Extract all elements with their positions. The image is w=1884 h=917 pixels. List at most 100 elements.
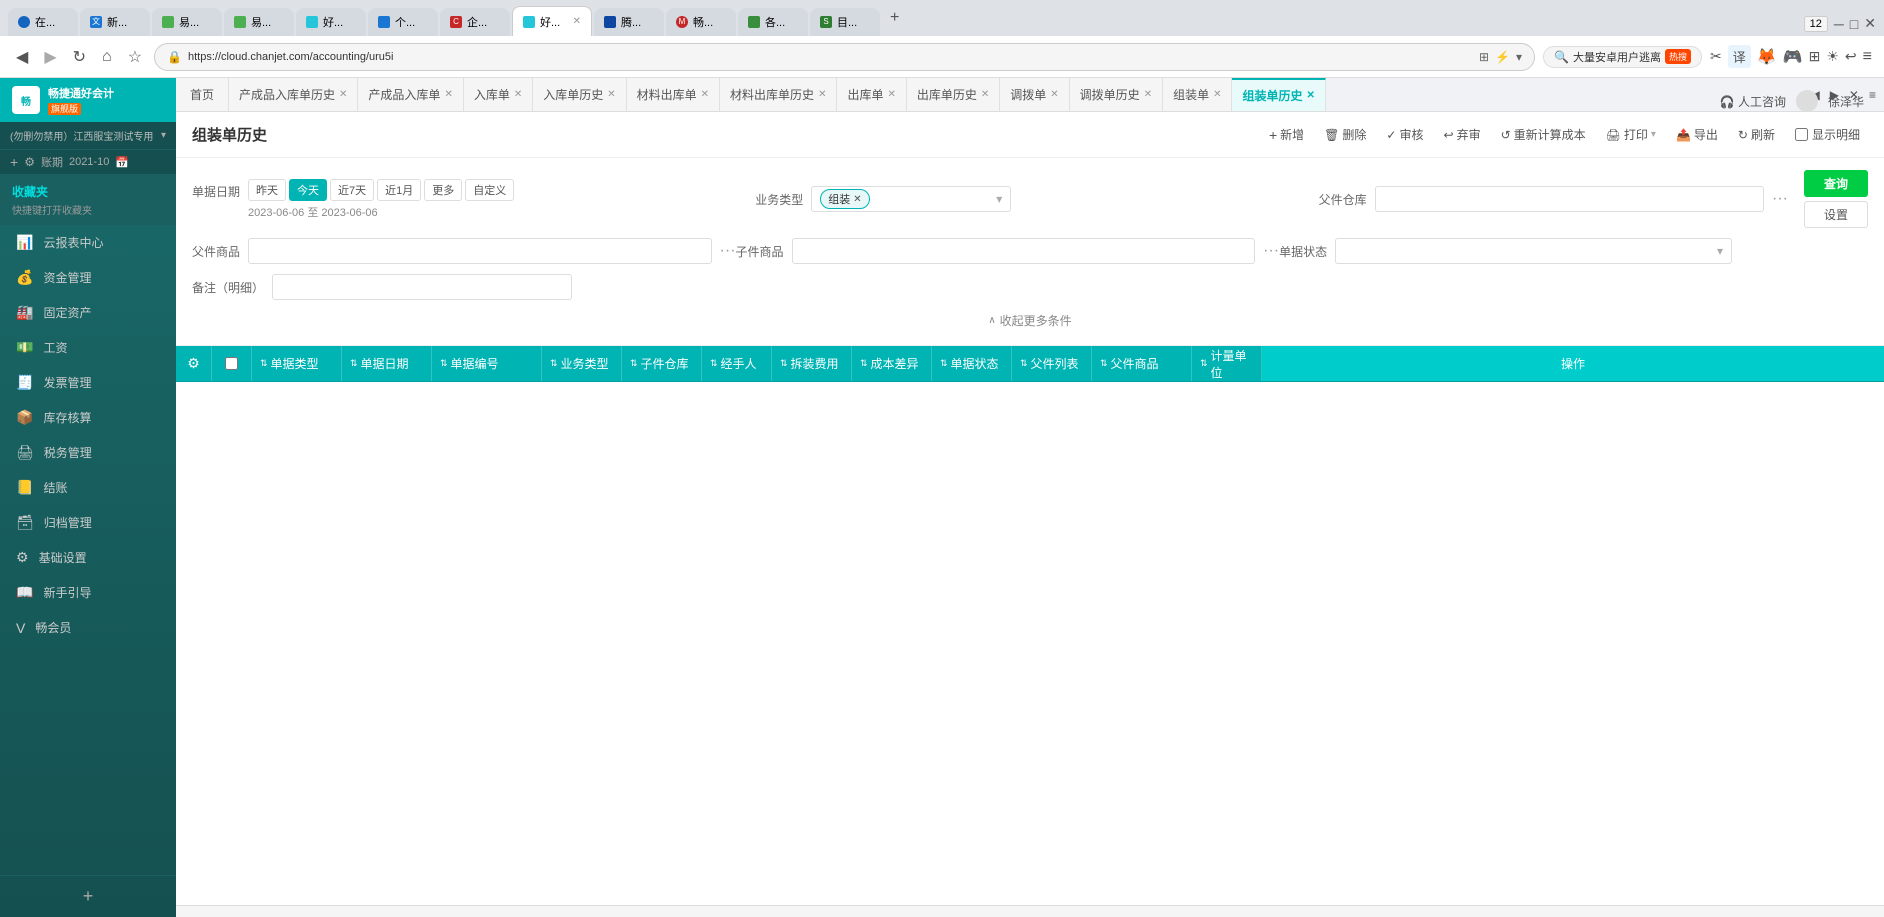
nav-tab-11[interactable]: 组装单 ✕ [1163,78,1232,111]
nav-tab-9[interactable]: 调拨单 ✕ [1000,78,1069,111]
address-bar[interactable]: 🔒 https://cloud.chanjet.com/accounting/u… [154,43,1535,71]
select-all-checkbox[interactable] [225,357,238,370]
nav-tab-2[interactable]: 产成品入库单 ✕ [358,78,463,111]
forward-btn[interactable]: ▶ [40,43,60,71]
notes-input[interactable] [272,274,572,300]
th-disassembly-cost[interactable]: ⇅ 拆装费用 [772,346,852,381]
nav-tab-6-close[interactable]: ✕ [818,89,826,100]
dropdown-icon[interactable]: ▾ [1516,50,1522,64]
company-dropdown-icon[interactable]: ▾ [161,130,166,141]
scissors-icon[interactable]: ✂ [1710,48,1722,65]
sidebar-item-fixed-assets[interactable]: 🏭 固定资产 [0,295,176,330]
menu-icon[interactable]: ≡ [1863,48,1872,66]
nav-tab-6[interactable]: 材料出库单历史 ✕ [720,78,837,111]
calendar-icon[interactable]: 📅 [115,156,129,169]
th-parent-goods[interactable]: ⇅ 父件商品 [1092,346,1192,381]
print-dropdown-icon[interactable]: ▾ [1651,129,1656,140]
nav-tab-5[interactable]: 材料出库单 ✕ [627,78,720,111]
emoji-icon[interactable]: 🦊 [1757,47,1777,67]
print-btn[interactable]: 🖨 打印 ▾ [1598,122,1664,147]
nav-tab-7[interactable]: 出库单 ✕ [837,78,906,111]
translate-icon[interactable]: 译 [1728,45,1751,68]
back-btn[interactable]: ◀ [12,43,32,71]
custom-date-btn[interactable]: 自定义 [465,179,514,201]
bookmark-btn[interactable]: ☆ [124,43,146,71]
nav-tab-12-active[interactable]: 组装单历史 ✕ [1232,78,1325,111]
tab-8-close[interactable]: ✕ [573,16,581,27]
delete-btn[interactable]: 🗑 删除 [1316,122,1374,147]
extension-icon[interactable]: ⚡ [1495,50,1510,64]
yesterday-btn[interactable]: 昨天 [248,179,286,201]
period-selector[interactable]: + ⚙ 账期 2021-10 📅 [0,150,176,175]
th-cost-diff[interactable]: ⇅ 成本差异 [852,346,932,381]
child-goods-dots[interactable]: ··· [1263,242,1279,260]
sidebar-item-tax[interactable]: 🖨 税务管理 [0,435,176,470]
business-type-tag[interactable]: 组装 ✕ [820,189,869,209]
nav-tab-11-close[interactable]: ✕ [1213,89,1221,100]
customer-service-link[interactable]: 🎧 人工咨询 [1720,93,1786,110]
sidebar-item-fund[interactable]: 💰 资金管理 [0,260,176,295]
th-child-warehouse[interactable]: ⇅ 子件仓库 [622,346,702,381]
minimize-btn[interactable]: ─ [1834,16,1844,32]
export-btn[interactable]: 📤 导出 [1668,122,1726,147]
nav-tab-12-close[interactable]: ✕ [1307,90,1315,101]
nav-tab-4-close[interactable]: ✕ [607,89,615,100]
th-handler[interactable]: ⇅ 经手人 [702,346,772,381]
browser-tab-8-active[interactable]: 好... ✕ [512,6,592,36]
th-gear[interactable]: ⚙ [176,346,212,381]
reload-btn[interactable]: ↻ [69,43,90,71]
abandon-btn[interactable]: ↩ 弃审 [1436,122,1489,147]
th-parent-list[interactable]: ⇅ 父件列表 [1012,346,1092,381]
browser-tab-3[interactable]: 易... [152,8,222,36]
sidebar-item-cloud-report[interactable]: 📊 云报表中心 [0,225,176,260]
browser-tab-9[interactable]: 腾... [594,8,664,36]
audit-btn[interactable]: ✓ 审核 [1378,122,1431,147]
nav-tab-8[interactable]: 出库单历史 ✕ [907,78,1000,111]
nav-tab-7-close[interactable]: ✕ [887,89,895,100]
maximize-btn[interactable]: □ [1850,16,1858,32]
nav-tab-1[interactable]: 产成品入库单历史 ✕ [229,78,358,111]
order-status-select[interactable]: ▾ [1335,238,1732,264]
sidebar-item-invoice[interactable]: 🧾 发票管理 [0,365,176,400]
browser-tab-4[interactable]: 易... [224,8,294,36]
setting-btn[interactable]: 设置 [1804,201,1868,228]
show-detail-checkbox[interactable] [1795,128,1808,141]
nav-tab-4[interactable]: 入库单历史 ✕ [533,78,626,111]
scrollbar-area[interactable] [176,905,1884,917]
close-btn[interactable]: ✕ [1864,15,1876,32]
business-type-tag-remove[interactable]: ✕ [853,194,861,205]
browser-tab-5[interactable]: 好... [296,8,366,36]
browser-tab-11[interactable]: 各... [738,8,808,36]
sidebar-item-inventory[interactable]: 📦 库存核算 [0,400,176,435]
nav-tab-10-close[interactable]: ✕ [1144,89,1152,100]
th-business-type[interactable]: ⇅ 业务类型 [542,346,622,381]
theme-icon[interactable]: ☀ [1826,48,1839,65]
parent-warehouse-dots[interactable]: ··· [1772,190,1788,208]
nav-tab-9-close[interactable]: ✕ [1050,89,1058,100]
home-btn[interactable]: ⌂ [98,44,116,70]
th-order-number[interactable]: ⇅ 单据编号 [432,346,542,381]
browser-tab-6[interactable]: 个... [368,8,438,36]
th-order-date[interactable]: ⇅ 单据日期 [342,346,432,381]
new-tab-btn[interactable]: + [882,9,907,27]
add-btn[interactable]: + 新增 [1261,122,1312,147]
business-type-dropdown-icon[interactable]: ▾ [996,192,1002,206]
sidebar-add-btn[interactable]: + [0,875,176,917]
add-company-icon[interactable]: + [10,154,18,170]
parent-warehouse-input[interactable] [1375,186,1764,212]
sidebar-item-guide[interactable]: 📖 新手引导 [0,575,176,610]
more-date-btn[interactable]: 更多 [424,179,462,201]
th-order-status[interactable]: ⇅ 单据状态 [932,346,1012,381]
nav-tab-8-close[interactable]: ✕ [981,89,989,100]
sidebar-item-salary[interactable]: 💵 工资 [0,330,176,365]
grid-icon[interactable]: ⊞ [1809,48,1821,65]
nav-tab-10[interactable]: 调拨单历史 ✕ [1070,78,1163,111]
query-btn[interactable]: 查询 [1804,170,1868,197]
parent-goods-input[interactable] [248,238,712,264]
browser-tab-12[interactable]: S 目... [810,8,880,36]
sidebar-item-archive[interactable]: 🗃 归档管理 [0,505,176,540]
nav-tab-1-close[interactable]: ✕ [339,89,347,100]
browser-tab-7[interactable]: C 企... [440,8,510,36]
company-selector[interactable]: (勿删勿禁用）江西服宝测试专用 ▾ [0,122,176,150]
collapse-btn[interactable]: ∧ 收起更多条件 [192,308,1868,333]
